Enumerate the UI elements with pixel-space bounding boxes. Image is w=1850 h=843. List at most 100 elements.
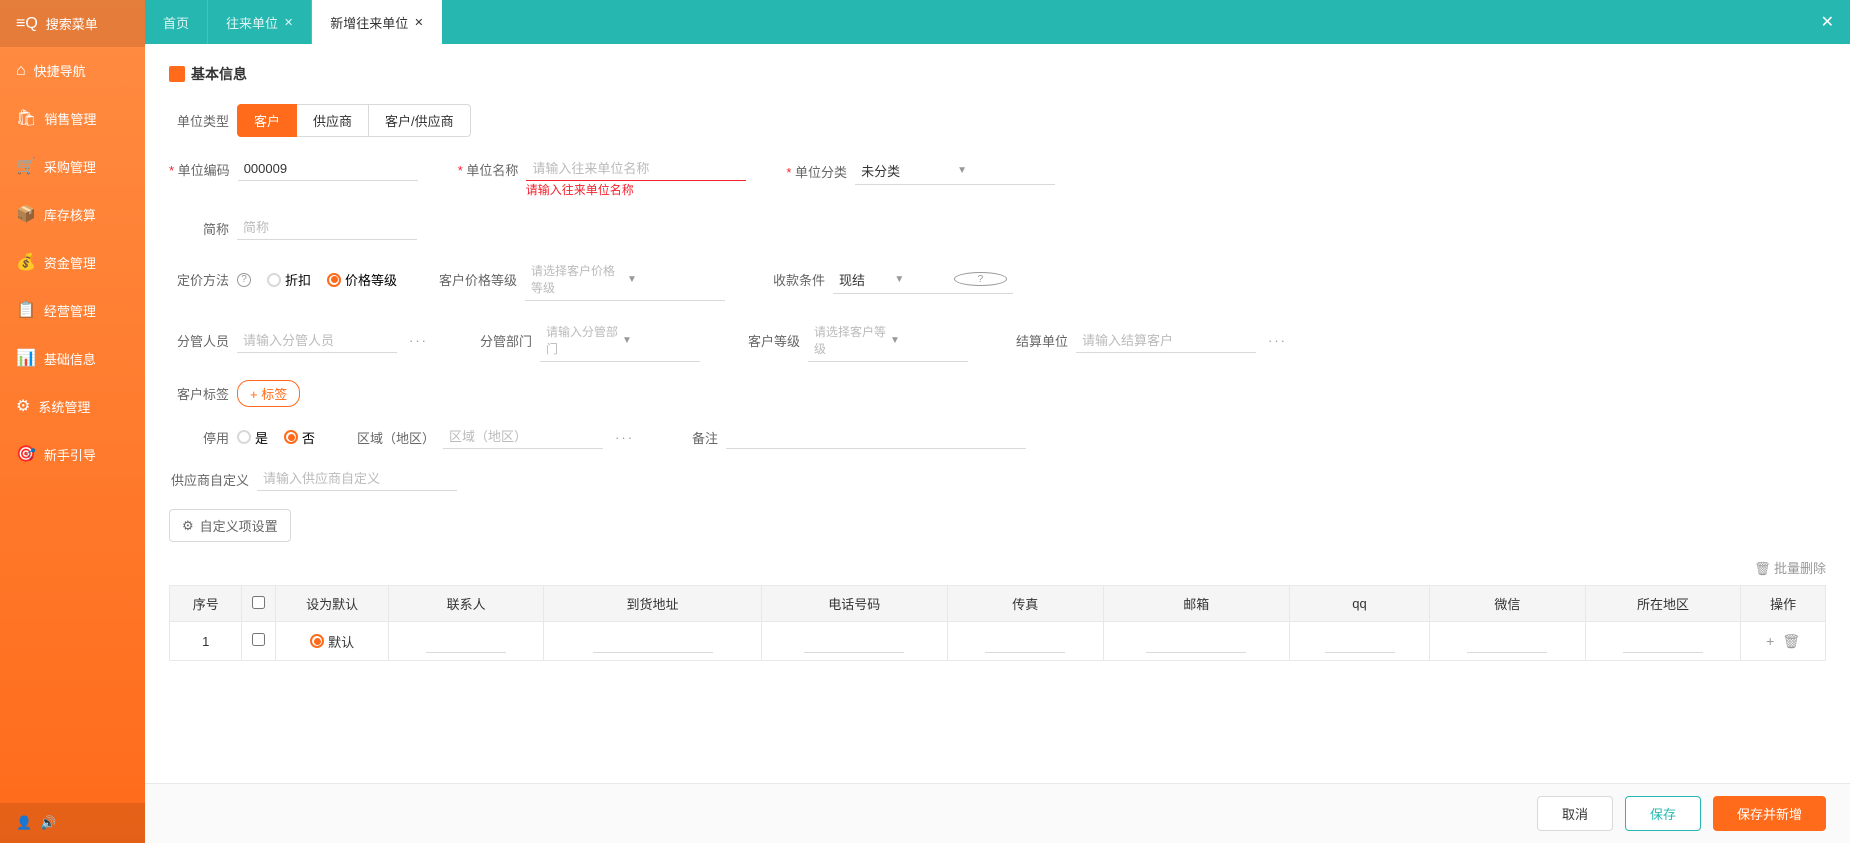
- name-error-wrap: 请输入往来单位名称: [526, 181, 747, 198]
- pricing-radio-discount[interactable]: 折扣: [267, 270, 311, 289]
- th-wechat: 微信: [1430, 586, 1586, 622]
- sidebar-item-quicknav[interactable]: ⌂ 快捷导航: [0, 47, 145, 94]
- contact-input[interactable]: [426, 629, 506, 653]
- settlement-more-btn[interactable]: ···: [1264, 333, 1291, 348]
- sidebar-item-inventory[interactable]: 📦 库存核算: [0, 190, 145, 238]
- payment-help-icon[interactable]: ?: [954, 272, 1007, 286]
- sidebar-label-finance: 资金管理: [44, 253, 96, 272]
- disabled-no-radio[interactable]: 否: [284, 428, 315, 447]
- sidebar-item-guide[interactable]: 🎯 新手引导: [0, 430, 145, 478]
- price-level-select[interactable]: 请选择客户价格等级 ▼: [525, 258, 725, 301]
- sidebar-item-finance[interactable]: 💰 资金管理: [0, 238, 145, 286]
- department-select[interactable]: 请输入分管部门 ▼: [540, 319, 700, 362]
- manager-input[interactable]: [237, 329, 397, 353]
- table-header-row: 序号 设为默认 联系人 到货地址 电话号码 传真 邮箱 qq 微信 所在地区 操…: [170, 586, 1826, 622]
- td-fax[interactable]: [948, 622, 1104, 661]
- unit-type-row: 单位类型 客户 供应商 客户/供应商: [169, 104, 1826, 137]
- th-select-all[interactable]: [242, 586, 276, 622]
- remark-input[interactable]: [726, 425, 1026, 449]
- custom-settings-button[interactable]: ⚙ 自定义项设置: [169, 509, 291, 542]
- region-table-input[interactable]: [1623, 629, 1703, 653]
- name-label: 单位名称: [458, 160, 519, 179]
- delete-row-button[interactable]: 🗑: [1782, 633, 1800, 650]
- tab-contacts[interactable]: 往来单位 ✕: [208, 0, 312, 44]
- th-fax: 传真: [948, 586, 1104, 622]
- type-btn-both[interactable]: 客户/供应商: [369, 104, 471, 137]
- default-radio-item[interactable]: 默认: [286, 632, 377, 651]
- td-checkbox[interactable]: [242, 622, 276, 661]
- tags-label: 客户标签: [169, 384, 229, 403]
- th-contact: 联系人: [388, 586, 544, 622]
- code-input[interactable]: [238, 157, 418, 181]
- main-area: 首页 往来单位 ✕ 新增往来单位 ✕ ✕ 基本信息 单位类型 客户 供应商 客: [145, 0, 1850, 843]
- tab-new-contact-close[interactable]: ✕: [414, 16, 423, 29]
- batch-delete-button[interactable]: 🗑 批量删除: [1754, 558, 1826, 577]
- section-icon: [169, 66, 185, 82]
- sidebar-item-system[interactable]: ⚙ 系统管理: [0, 382, 145, 430]
- save-button[interactable]: 保存: [1625, 796, 1701, 831]
- add-tag-button[interactable]: + 标签: [237, 380, 300, 407]
- td-qq[interactable]: [1289, 622, 1429, 661]
- qq-input[interactable]: [1325, 629, 1395, 653]
- save-add-button[interactable]: 保存并新增: [1713, 796, 1826, 831]
- pricing-help-icon[interactable]: ?: [237, 273, 251, 287]
- payment-arrow-icon: ▼: [894, 274, 945, 285]
- email-input[interactable]: [1146, 629, 1246, 653]
- tag-btn-label: + 标签: [250, 384, 287, 403]
- delete-icon: 🗑: [1754, 561, 1771, 576]
- type-btn-supplier[interactable]: 供应商: [297, 104, 369, 137]
- sidebar: ≡Q 搜索菜单 ⌂ 快捷导航 🛍 销售管理 🛒 采购管理 📦 库存核算 💰 资金…: [0, 0, 145, 843]
- pricing-field: 定价方法 ? 折扣 价格等级: [169, 270, 397, 289]
- address-input[interactable]: [593, 629, 713, 653]
- category-select[interactable]: 未分类 ▼: [855, 157, 1055, 185]
- name-input[interactable]: [526, 157, 746, 181]
- operations-icon: 📋: [16, 300, 36, 320]
- sidebar-item-basic[interactable]: 📊 基础信息: [0, 334, 145, 382]
- settlement-field: 结算单位 ···: [1008, 329, 1291, 353]
- tab-new-contact[interactable]: 新增往来单位 ✕: [312, 0, 442, 44]
- td-email[interactable]: [1103, 622, 1289, 661]
- sidebar-item-operations[interactable]: 📋 经营管理: [0, 286, 145, 334]
- phone-input[interactable]: [804, 629, 904, 653]
- td-address[interactable]: [544, 622, 761, 661]
- fax-input[interactable]: [985, 629, 1065, 653]
- tab-contacts-close[interactable]: ✕: [284, 16, 293, 29]
- tab-home[interactable]: 首页: [145, 0, 208, 44]
- region-more-btn[interactable]: ···: [611, 430, 638, 445]
- wechat-input[interactable]: [1467, 629, 1547, 653]
- td-region[interactable]: [1585, 622, 1741, 661]
- disabled-yes-radio[interactable]: 是: [237, 428, 268, 447]
- tab-bar: 首页 往来单位 ✕ 新增往来单位 ✕ ✕: [145, 0, 1850, 44]
- sidebar-item-sales[interactable]: 🛍 销售管理: [0, 94, 145, 142]
- cancel-button[interactable]: 取消: [1537, 796, 1613, 831]
- row-checkbox[interactable]: [252, 633, 265, 646]
- th-region: 所在地区: [1585, 586, 1741, 622]
- tags-row: 客户标签 + 标签: [169, 380, 1826, 407]
- region-input[interactable]: [443, 425, 603, 449]
- add-row-button[interactable]: +: [1766, 633, 1774, 649]
- code-field: 单位编码: [169, 157, 418, 181]
- sidebar-item-search[interactable]: ≡Q 搜索菜单: [0, 0, 145, 47]
- td-wechat[interactable]: [1430, 622, 1586, 661]
- pricing-radio-level[interactable]: 价格等级: [327, 270, 397, 289]
- customer-level-select[interactable]: 请选择客户等级 ▼: [808, 319, 968, 362]
- payment-select[interactable]: 现结 ▼ ?: [833, 266, 1013, 294]
- settlement-input[interactable]: [1076, 329, 1256, 353]
- type-btn-customer[interactable]: 客户: [237, 104, 297, 137]
- default-label: 默认: [328, 632, 354, 651]
- td-contact[interactable]: [388, 622, 544, 661]
- alias-input[interactable]: [237, 216, 417, 240]
- basic-icon: 📊: [16, 348, 36, 368]
- tab-home-label: 首页: [163, 13, 189, 32]
- section-title: 基本信息: [191, 64, 247, 84]
- td-phone[interactable]: [761, 622, 947, 661]
- contacts-table-section: 🗑 批量删除 序号 设为默认 联系人 到货地址 电话号码 传真 邮箱 qq: [169, 558, 1826, 661]
- custom-def-input[interactable]: [257, 467, 457, 491]
- sidebar-item-purchase[interactable]: 🛒 采购管理: [0, 142, 145, 190]
- manager-more-btn[interactable]: ···: [405, 333, 432, 348]
- level-radio-label: 价格等级: [345, 270, 397, 289]
- tags-field: 客户标签 + 标签: [169, 380, 300, 407]
- pricing-label: 定价方法: [169, 270, 229, 289]
- select-all-checkbox[interactable]: [252, 596, 265, 609]
- window-close-button[interactable]: ✕: [1805, 12, 1850, 32]
